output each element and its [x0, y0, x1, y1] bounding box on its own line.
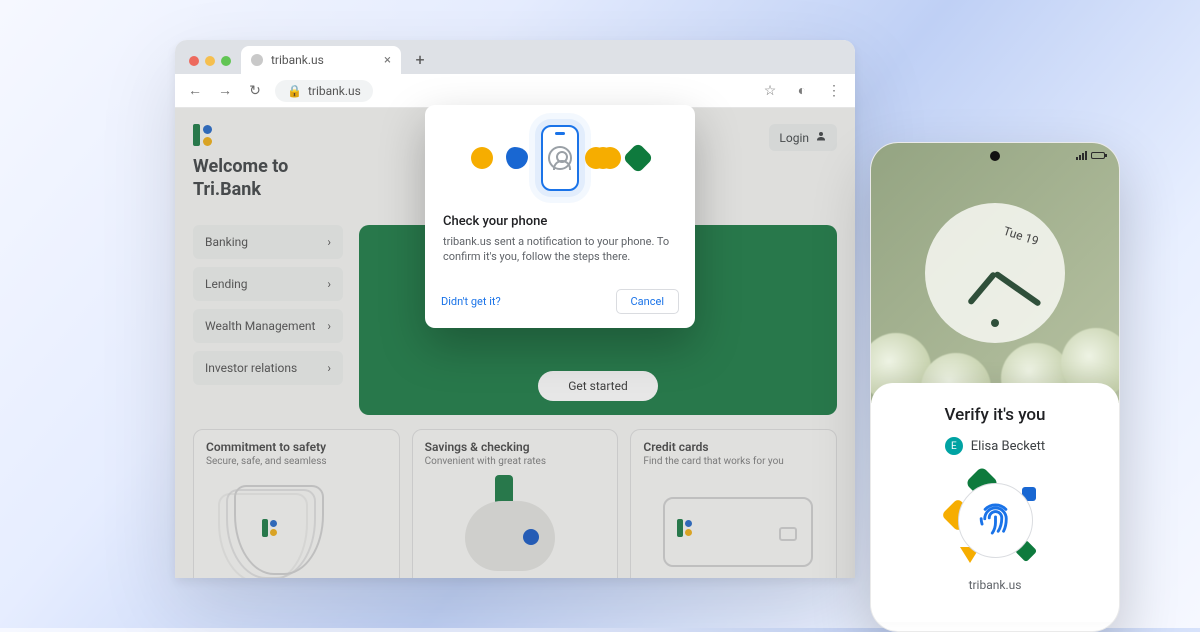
battery-icon	[1091, 152, 1105, 159]
tab-strip: tribank.us × +	[175, 40, 855, 74]
window-controls[interactable]	[189, 56, 231, 66]
lock-screen: Tue 19	[871, 143, 1119, 403]
browser-toolbar: ← → ↻ 🔒 tribank.us ☆ ◐ ⋮	[175, 74, 855, 108]
bookmark-star-icon[interactable]: ☆	[759, 83, 781, 99]
clock-date: Tue 19	[1002, 224, 1041, 248]
dialog-body: tribank.us sent a notification to your p…	[443, 234, 677, 265]
front-camera-icon	[990, 151, 1000, 161]
user-avatar-icon: E	[945, 437, 963, 455]
dialog-title: Check your phone	[443, 214, 677, 229]
minimize-window-icon[interactable]	[205, 56, 215, 66]
clock-widget: Tue 19	[925, 203, 1065, 343]
phone-outline-icon	[541, 125, 579, 191]
decor-circle-icon	[471, 147, 493, 169]
status-bar	[871, 151, 1119, 160]
signal-icon	[1076, 151, 1087, 160]
back-button[interactable]: ←	[185, 82, 205, 99]
fingerprint-icon	[974, 499, 1017, 542]
new-tab-button[interactable]: +	[409, 48, 431, 70]
tab-title: tribank.us	[271, 53, 324, 67]
dialog-illustration	[425, 105, 695, 210]
verify-title: Verify it's you	[889, 405, 1101, 425]
didnt-get-it-link[interactable]: Didn't get it?	[441, 295, 501, 308]
decor-quatrefoil-icon	[592, 147, 614, 169]
verify-sheet: Verify it's you E Elisa Beckett tribank.…	[871, 383, 1119, 622]
cancel-button[interactable]: Cancel	[616, 289, 679, 314]
phone-device: Tue 19 Verify it's you E Elisa Beckett	[870, 142, 1120, 632]
decor-diamond-icon	[622, 142, 653, 173]
reload-button[interactable]: ↻	[245, 83, 265, 99]
close-tab-icon[interactable]: ×	[384, 53, 391, 68]
decor-blob-icon	[506, 147, 528, 169]
address-bar[interactable]: 🔒 tribank.us	[275, 80, 373, 102]
fingerprint-button[interactable]	[948, 473, 1043, 568]
user-name: Elisa Beckett	[971, 439, 1045, 454]
forward-button[interactable]: →	[215, 82, 235, 99]
close-window-icon[interactable]	[189, 56, 199, 66]
verify-site: tribank.us	[889, 578, 1101, 592]
url-text: tribank.us	[308, 84, 361, 98]
person-outline-icon	[548, 146, 572, 170]
lock-icon: 🔒	[287, 84, 302, 98]
favicon-icon	[251, 54, 263, 66]
maximize-window-icon[interactable]	[221, 56, 231, 66]
overflow-menu-icon[interactable]: ⋮	[823, 83, 845, 99]
browser-tab[interactable]: tribank.us ×	[241, 46, 401, 74]
check-phone-dialog: Check your phone tribank.us sent a notif…	[425, 105, 695, 328]
profile-avatar-icon[interactable]: ◐	[791, 82, 813, 99]
identity-row[interactable]: E Elisa Beckett	[889, 437, 1101, 455]
